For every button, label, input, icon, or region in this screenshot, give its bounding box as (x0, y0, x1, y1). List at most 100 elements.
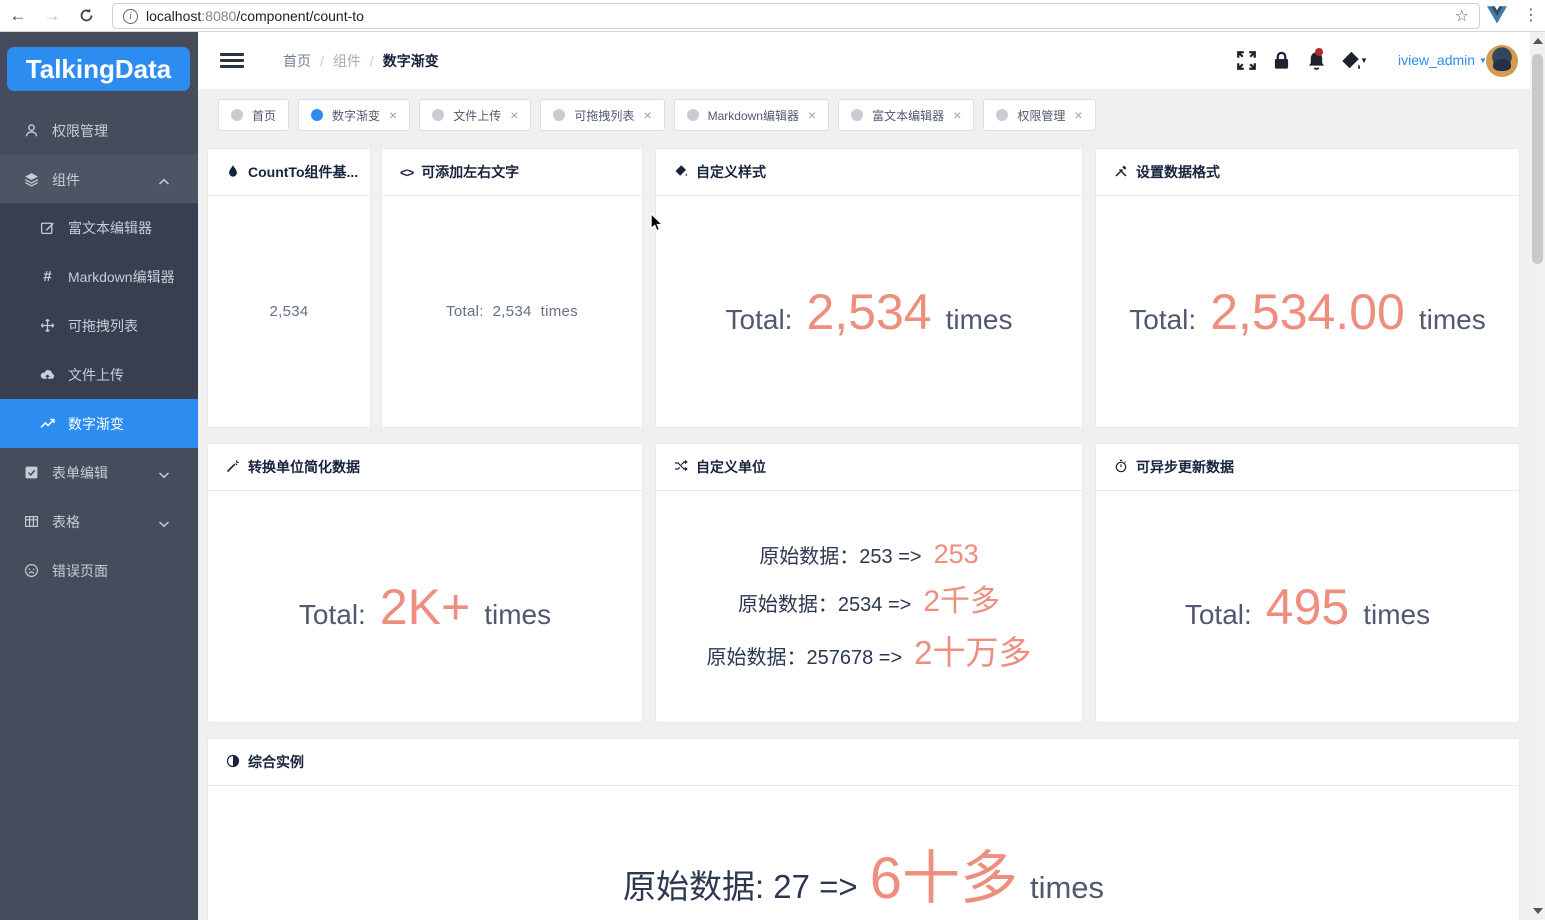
user-icon (24, 123, 39, 138)
close-icon[interactable]: × (808, 108, 816, 122)
card-combined-example: 综合实例 原始数据: 27 => 6十多 times (207, 738, 1520, 920)
card-title: 综合实例 (208, 739, 1519, 786)
theme-bucket-icon[interactable] (1340, 50, 1361, 76)
tab-home[interactable]: 首页 (218, 99, 290, 131)
tab-file-upload[interactable]: 文件上传 × (419, 99, 532, 131)
tab-dot-icon (311, 109, 324, 121)
table-icon (24, 514, 39, 529)
browser-menu-icon[interactable]: ⋮ (1523, 4, 1539, 28)
card-unit-simplify: 转换单位简化数据 Total: 2K+ times (207, 443, 643, 723)
browser-forward-icon[interactable]: → (40, 4, 64, 28)
tab-label: 可拖拽列表 (574, 108, 635, 123)
user-menu[interactable]: iview_admin ▼ (1398, 52, 1487, 68)
sidebar-item-count-to[interactable]: 数字渐变 (0, 399, 198, 448)
cloud-upload-icon (40, 367, 55, 382)
count-line: Total: 2,534.00 times (1129, 283, 1486, 340)
sidebar-item-label: 表格 (52, 513, 80, 530)
card-countto-basic: CountTo组件基... 2,534 (207, 148, 371, 428)
breadcrumb-separator: / (369, 52, 374, 69)
theme-caret-icon[interactable]: ▼ (1360, 56, 1368, 65)
card-title: 自定义单位 (656, 444, 1082, 491)
sidebar-item-permissions[interactable]: 权限管理 (0, 106, 198, 155)
breadcrumb-home[interactable]: 首页 (283, 51, 311, 71)
card-title: CountTo组件基... (208, 149, 370, 196)
tab-label: 富文本编辑器 (872, 108, 945, 123)
unit-row: 原始数据：257678 => 2十万多 (706, 634, 1032, 671)
top-header: 首页 / 组件 / 数字渐变 ▼ iview_admin ▼ (198, 32, 1545, 89)
sidebar-item-tables[interactable]: 表格 (0, 497, 198, 546)
tab-permissions[interactable]: 权限管理 × (983, 99, 1096, 131)
count-line: Total: 495 times (1184, 578, 1431, 635)
tab-dot-icon (432, 109, 445, 121)
app-window: ← → i localhost:8080/component/count-to … (0, 0, 1545, 920)
tab-label: 文件上传 (453, 108, 502, 123)
sidebar-item-file-upload[interactable]: 文件上传 (0, 350, 198, 399)
browser-chrome: ← → i localhost:8080/component/count-to … (0, 0, 1545, 32)
move-arrows-icon (40, 318, 55, 333)
breadcrumb-section[interactable]: 组件 (333, 51, 361, 71)
sidebar-item-draggable-list[interactable]: 可拖拽列表 (0, 301, 198, 350)
stopwatch-icon (1114, 459, 1128, 476)
sidebar-item-components[interactable]: 组件 (0, 155, 198, 204)
tab-dot-icon (553, 109, 566, 121)
browser-back-icon[interactable]: ← (6, 4, 30, 28)
scrollbar[interactable] (1530, 32, 1545, 920)
tab-markdown-editor[interactable]: Markdown编辑器 × (673, 99, 830, 131)
close-icon[interactable]: × (1074, 108, 1082, 122)
tab-count-to[interactable]: 数字渐变 × (298, 99, 411, 131)
sidebar-item-form-editor[interactable]: 表单编辑 (0, 448, 198, 497)
app-logo[interactable]: TalkingData (7, 47, 190, 91)
breadcrumb-current: 数字渐变 (382, 52, 439, 69)
sidebar-item-rich-text-editor[interactable]: 富文本编辑器 (0, 203, 198, 252)
close-icon[interactable]: × (953, 108, 961, 122)
tab-draggable-list[interactable]: 可拖拽列表 × (540, 99, 665, 131)
count-line: Total: 2,534 times (725, 283, 1013, 340)
paint-bucket-icon (674, 164, 688, 181)
card-title: 自定义样式 (656, 149, 1082, 196)
sidebar-toggle-button[interactable] (220, 50, 244, 70)
browser-refresh-icon[interactable] (78, 7, 95, 29)
code-icon: <> (400, 164, 414, 180)
sidebar: TalkingData 权限管理 组件 富文本编辑器 # Markdown编辑器… (0, 32, 198, 920)
card-custom-unit: 自定义单位 原始数据：253 => 253 原始数据：2534 => 2千多 原始数… (655, 443, 1083, 723)
trending-up-icon (40, 416, 55, 431)
tab-dot-icon (231, 109, 243, 121)
count-value: 2,534 (269, 303, 309, 320)
sidebar-item-label: 组件 (52, 171, 80, 188)
close-icon[interactable]: × (510, 108, 518, 122)
chevron-up-icon (158, 173, 170, 189)
card-title: <> 可添加左右文字 (382, 149, 642, 196)
unit-row: 原始数据：253 => 253 (759, 539, 979, 569)
tab-rich-text-editor[interactable]: 富文本编辑器 × (838, 99, 975, 131)
tab-label: 权限管理 (1017, 108, 1066, 123)
fullscreen-icon[interactable] (1236, 50, 1257, 76)
scrollbar-up-icon[interactable] (1533, 38, 1543, 44)
sidebar-item-error-pages[interactable]: 错误页面 (0, 546, 198, 595)
bookmark-star-icon[interactable]: ☆ (1455, 6, 1469, 26)
breadcrumb-separator: / (320, 52, 324, 69)
card-title: 转换单位简化数据 (208, 444, 642, 491)
sidebar-item-label: 表单编辑 (52, 464, 108, 481)
card-number-format: 设置数据格式 Total: 2,534.00 times (1095, 148, 1520, 428)
tools-icon (1114, 164, 1128, 181)
card-affix-text: <> 可添加左右文字 Total: 2,534 times (381, 148, 643, 428)
address-bar[interactable]: i localhost:8080/component/count-to ☆ (112, 3, 1480, 29)
sidebar-item-label: Markdown编辑器 (68, 268, 175, 285)
card-title: 可异步更新数据 (1096, 444, 1519, 491)
count-line: Total: 2K+ times (298, 578, 552, 635)
lock-icon[interactable] (1271, 50, 1292, 76)
avatar[interactable] (1486, 45, 1518, 77)
card-custom-style: 自定义样式 Total: 2,534 times (655, 148, 1083, 428)
count-line: Total: 2,534 times (446, 303, 578, 320)
sidebar-item-markdown-editor[interactable]: # Markdown编辑器 (0, 252, 198, 301)
card-title: 设置数据格式 (1096, 149, 1519, 196)
sidebar-item-label: 文件上传 (68, 366, 124, 383)
chevron-down-icon (158, 515, 170, 531)
scrollbar-thumb[interactable] (1532, 54, 1543, 264)
count-line: 原始数据: 27 => 6十多 times (622, 846, 1105, 911)
scrollbar-down-icon[interactable] (1533, 908, 1543, 914)
close-icon[interactable]: × (389, 108, 397, 122)
close-icon[interactable]: × (643, 108, 651, 122)
page-info-icon[interactable]: i (123, 8, 138, 24)
vue-devtools-icon[interactable] (1487, 6, 1507, 29)
